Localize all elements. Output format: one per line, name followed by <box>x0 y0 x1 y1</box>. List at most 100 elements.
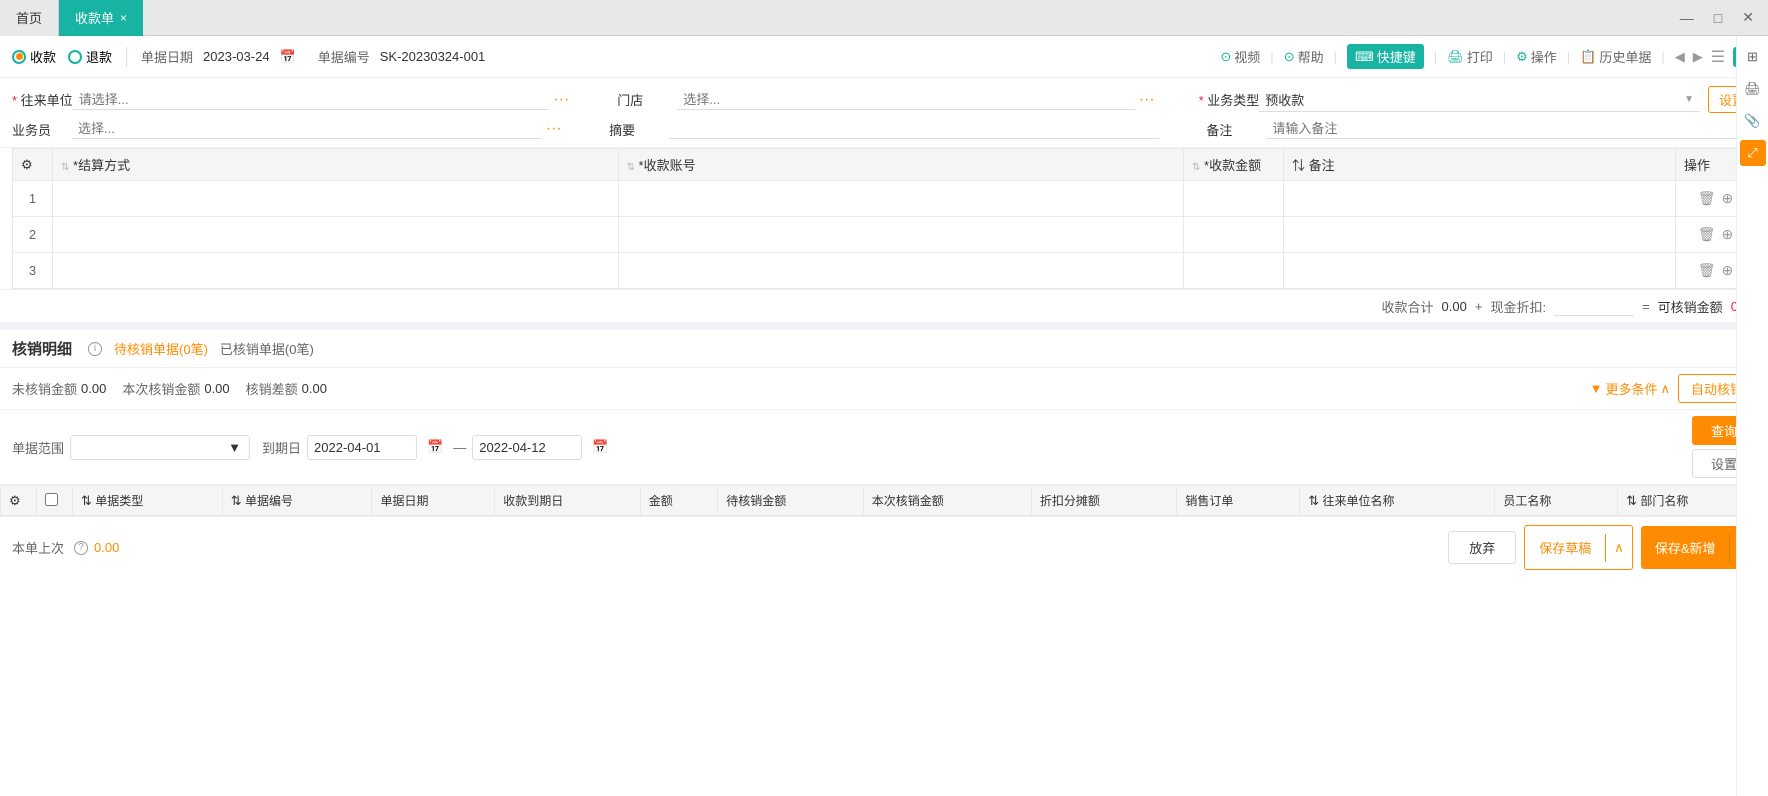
save-draft-arrow-icon[interactable]: ∧ <box>1605 534 1632 562</box>
writeoff-info-icon[interactable]: i <box>88 342 102 356</box>
calendar-from-icon[interactable]: 📅 <box>427 439 443 455</box>
date-from-input[interactable] <box>307 435 417 460</box>
maximize-button[interactable]: □ <box>1708 8 1728 28</box>
range-select[interactable]: ▼ <box>70 435 250 460</box>
partner-more-icon[interactable]: ··· <box>553 91 569 109</box>
sidebar-print-icon[interactable]: 🖨 <box>1740 76 1766 102</box>
tab-home[interactable]: 首页 <box>0 0 59 36</box>
close-button[interactable]: ✕ <box>1736 7 1760 28</box>
no-value: SK-20230324-001 <box>380 49 486 64</box>
row-remark-2[interactable] <box>1284 217 1676 253</box>
print-btn[interactable]: 🖨 打印 <box>1447 47 1493 66</box>
save-new-label[interactable]: 保存&新增 <box>1641 532 1730 563</box>
tab-close-icon[interactable]: × <box>120 11 127 25</box>
summary-input[interactable] <box>669 119 1159 139</box>
nav-right-icon[interactable]: ▶ <box>1693 49 1703 65</box>
form-row-2: 业务员 ··· 摘要 备注 <box>12 119 1756 139</box>
help-icon: ⊙ <box>1284 49 1295 65</box>
bottom-table: ⚙ ⇅ 单据类型 ⇅ 单据编号 单据日期 收款到期日 金额 待核销金额 本次核销… <box>0 485 1768 516</box>
discount-input[interactable] <box>1554 296 1634 316</box>
done-tab[interactable]: 已核销单据(0笔) <box>220 339 314 358</box>
total-value: 0.00 <box>1442 299 1467 314</box>
sidebar-clip-icon[interactable]: 📎 <box>1740 108 1766 134</box>
shortcut-btn[interactable]: ⌨ 快捷键 <box>1347 44 1424 69</box>
row-remark-1[interactable] <box>1284 181 1676 217</box>
row-amount-1[interactable] <box>1184 181 1284 217</box>
tab-current[interactable]: 收款单 × <box>59 0 143 36</box>
gear-icon[interactable]: ⚙ <box>21 157 33 172</box>
staff-input[interactable] <box>72 119 542 139</box>
abandon-button[interactable]: 放弃 <box>1448 531 1516 564</box>
store-input[interactable] <box>677 90 1134 110</box>
toolbar: 收款 退款 单据日期 2023-03-24 📅 单据编号 SK-20230324… <box>0 36 1768 78</box>
remark-field: 备注 <box>1206 119 1756 139</box>
row-method-3[interactable] <box>53 253 619 289</box>
remark-input[interactable] <box>1266 119 1756 139</box>
bth-order: 销售订单 <box>1177 486 1300 516</box>
row-amount-2[interactable] <box>1184 217 1284 253</box>
row-account-2[interactable] <box>618 217 1184 253</box>
staff-label: 业务员 <box>12 120 72 139</box>
layout-icon[interactable]: ☰ <box>1711 47 1725 67</box>
th-remark-label: 备注 <box>1309 158 1335 173</box>
bottom-gear-icon[interactable]: ⚙ <box>9 493 21 508</box>
discount-label: 现金折扣: <box>1490 297 1546 316</box>
toolbar-right: ⊙ 视频 | ⊙ 帮助 | ⌨ 快捷键 | 🖨 打印 | ⚙ 操作 <box>1220 44 1756 69</box>
bth-date: 单据日期 <box>372 486 495 516</box>
footer-info-icon[interactable]: ? <box>74 541 88 555</box>
row-method-2[interactable] <box>53 217 619 253</box>
calendar-icon[interactable]: 📅 <box>280 49 296 65</box>
sidebar-table-icon[interactable]: ⊞ <box>1740 44 1766 70</box>
date-filter: 到期日 📅 — 📅 <box>262 435 608 460</box>
history-btn[interactable]: 📋 历史单据 <box>1580 47 1651 66</box>
select-all-checkbox[interactable] <box>45 493 58 506</box>
more-conditions-btn[interactable]: ▼ 更多条件 ∧ <box>1590 379 1670 398</box>
video-icon: ⊙ <box>1220 49 1231 65</box>
save-draft-label[interactable]: 保存草稿 <box>1525 532 1605 563</box>
pending-tab[interactable]: 待核销单据(0笔) <box>114 339 208 358</box>
staff-more-icon[interactable]: ··· <box>546 120 562 138</box>
date-to-input[interactable] <box>472 435 582 460</box>
save-draft-button[interactable]: 保存草稿 ∧ <box>1524 525 1633 570</box>
staff-field: 业务员 ··· <box>12 119 562 139</box>
operations-btn[interactable]: ⚙ 操作 <box>1516 47 1557 66</box>
copy-row-3[interactable]: ⊕ <box>1722 262 1734 279</box>
tab-current-label: 收款单 <box>75 8 114 27</box>
row-num-2: 2 <box>13 217 53 253</box>
form-section: 往来单位 ··· 门店 ··· 业务类型 预收款 ▼ 设置 <box>0 78 1768 148</box>
tab-home-label: 首页 <box>16 8 42 27</box>
radio-tuikuan-label: 退款 <box>86 47 112 66</box>
sidebar-expand-icon[interactable]: ⤢ <box>1740 140 1766 166</box>
copy-row-1[interactable]: ⊕ <box>1722 190 1734 207</box>
type-radio-group: 收款 退款 <box>12 47 112 66</box>
store-more-icon[interactable]: ··· <box>1139 91 1155 109</box>
radio-tuikuan[interactable]: 退款 <box>68 47 112 66</box>
row-amount-3[interactable] <box>1184 253 1284 289</box>
filter-icon: ▼ <box>1590 381 1603 396</box>
th-amount-label: *收款金额 <box>1204 158 1261 173</box>
row-account-1[interactable] <box>618 181 1184 217</box>
unrealized-value: 0.00 <box>81 381 106 396</box>
delete-row-2[interactable]: 🗑 <box>1698 226 1716 243</box>
delete-row-3[interactable]: 🗑 <box>1698 262 1716 279</box>
no-label: 单据编号 <box>318 47 370 66</box>
result-label: 可核销金额 <box>1658 297 1723 316</box>
help-btn[interactable]: ⊙ 帮助 <box>1284 47 1324 66</box>
delete-row-1[interactable]: 🗑 <box>1698 190 1716 207</box>
row-method-1[interactable] <box>53 181 619 217</box>
radio-shoukuan[interactable]: 收款 <box>12 47 56 66</box>
this-time-label: 本次核销金额 <box>122 379 200 398</box>
video-btn[interactable]: ⊙ 视频 <box>1220 47 1260 66</box>
tab-bar: 首页 收款单 × — □ ✕ <box>0 0 1768 36</box>
calendar-to-icon[interactable]: 📅 <box>592 439 608 455</box>
th-remark: ⇅ 备注 <box>1284 149 1676 181</box>
biz-type-select[interactable]: 预收款 ▼ <box>1259 88 1700 112</box>
range-label: 单据范围 <box>12 438 64 457</box>
nav-left-icon[interactable]: ◀ <box>1675 49 1685 65</box>
th-method-label: *结算方式 <box>73 158 130 173</box>
partner-input[interactable] <box>73 90 550 110</box>
row-remark-3[interactable] <box>1284 253 1676 289</box>
minimize-button[interactable]: — <box>1674 8 1700 28</box>
copy-row-2[interactable]: ⊕ <box>1722 226 1734 243</box>
row-account-3[interactable] <box>618 253 1184 289</box>
